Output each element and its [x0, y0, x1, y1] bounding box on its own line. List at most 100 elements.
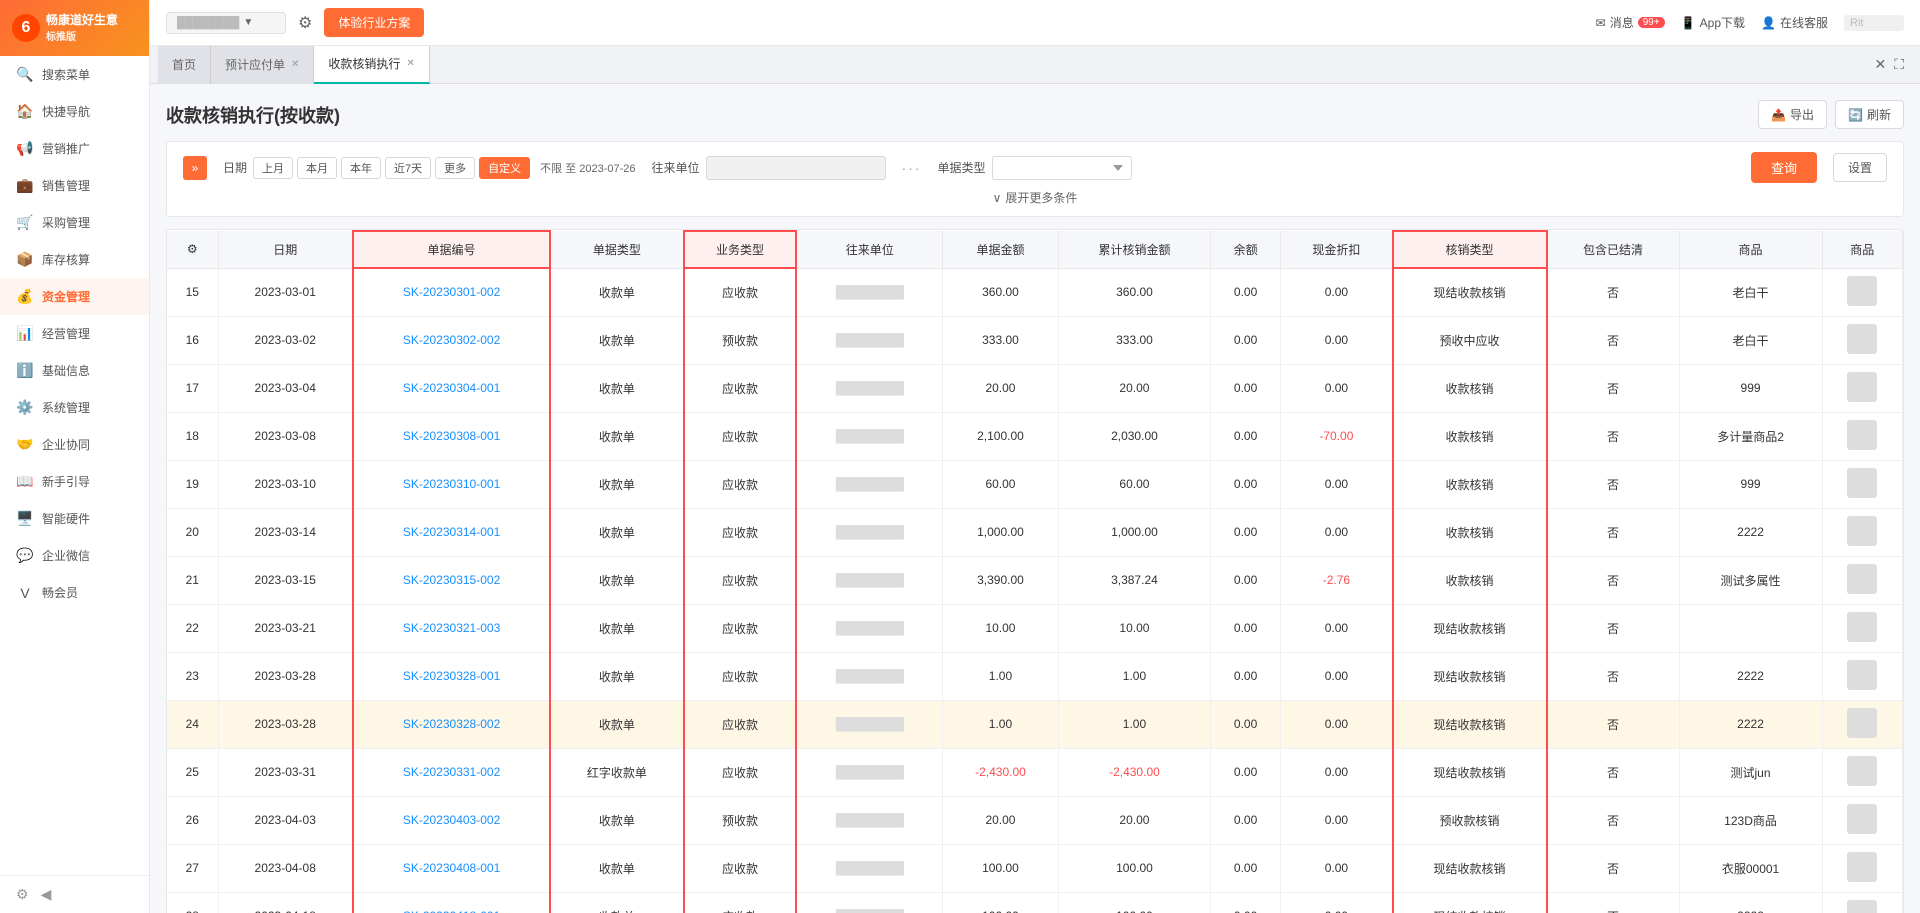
sidebar-item-basic[interactable]: ℹ️ 基础信息: [0, 352, 149, 389]
newbie-label: 新手引导: [42, 473, 90, 490]
this-year-btn[interactable]: 本年: [341, 157, 381, 179]
sidebar-item-operation[interactable]: 📊 经营管理: [0, 315, 149, 352]
table-row: 16 2023-03-02 SK-20230302-002 收款单 预收款 ██…: [167, 316, 1903, 364]
tab-pending-pay[interactable]: 预计应付单 ✕: [211, 46, 314, 84]
th-amount[interactable]: 单据金额: [943, 231, 1059, 268]
sidebar-item-newbie[interactable]: 📖 新手引导: [0, 463, 149, 500]
sidebar-item-marketing[interactable]: 📢 营销推广: [0, 130, 149, 167]
tab-receipt-writeoff-close[interactable]: ✕: [406, 58, 414, 69]
th-goods2[interactable]: 商品: [1822, 231, 1902, 268]
tab-home[interactable]: 首页: [158, 46, 211, 84]
cell-doc-no[interactable]: SK-20230314-001: [353, 508, 550, 556]
filter-setting-button[interactable]: 设置: [1833, 153, 1887, 182]
cell-biz-type: 应收款: [684, 844, 797, 892]
sidebar-item-quick-nav[interactable]: 🏠 快捷导航: [0, 93, 149, 130]
filter-date-buttons: 上月 本月 本年 近7天 更多 自定义: [253, 157, 530, 179]
cell-date: 2023-03-10: [218, 460, 353, 508]
page-header: 收款核销执行(按收款) 📤 导出 🔄 刷新: [166, 100, 1904, 129]
cell-doc-no[interactable]: SK-20230328-001: [353, 652, 550, 700]
th-date[interactable]: 日期: [218, 231, 353, 268]
th-doc-type[interactable]: 单据类型: [550, 231, 683, 268]
cell-amount: 3,390.00: [943, 556, 1059, 604]
sidebar-item-system[interactable]: ⚙️ 系统管理: [0, 389, 149, 426]
tab-receipt-writeoff[interactable]: 收款核销执行 ✕: [314, 46, 429, 84]
cell-doc-no[interactable]: SK-20230310-001: [353, 460, 550, 508]
cell-doc-no[interactable]: SK-20230302-002: [353, 316, 550, 364]
cell-balance: 0.00: [1211, 268, 1281, 316]
prev-month-btn[interactable]: 上月: [253, 157, 293, 179]
refresh-button[interactable]: 🔄 刷新: [1835, 100, 1904, 129]
tab-expand-icon[interactable]: ⛶: [1894, 56, 1904, 73]
sidebar-item-search-menu[interactable]: 🔍 搜索菜单: [0, 56, 149, 93]
cell-no: 26: [167, 796, 218, 844]
th-goods[interactable]: 商品: [1679, 231, 1822, 268]
cell-doc-no[interactable]: SK-20230328-002: [353, 700, 550, 748]
collapse-footer-icon[interactable]: ◀: [41, 886, 52, 903]
sidebar-item-finance[interactable]: 💰 资金管理: [0, 278, 149, 315]
tab-close-all-icon[interactable]: ✕: [1874, 56, 1886, 73]
table-body: 15 2023-03-01 SK-20230301-002 收款单 应收款 ██…: [167, 268, 1903, 913]
custom-date-btn[interactable]: 自定义: [479, 157, 530, 179]
cell-date: 2023-03-15: [218, 556, 353, 604]
th-cash-discount[interactable]: 现金折扣: [1281, 231, 1393, 268]
th-include-settled[interactable]: 包含已结清: [1547, 231, 1680, 268]
cell-doc-no[interactable]: SK-20230408-001: [353, 844, 550, 892]
topbar-dropdown[interactable]: ████████ ▼: [166, 12, 286, 34]
settings-footer-icon[interactable]: ⚙: [16, 886, 29, 903]
topbar-gear-icon[interactable]: ⚙: [298, 13, 312, 33]
service-icon: 👤: [1761, 16, 1776, 30]
th-balance[interactable]: 余额: [1211, 231, 1281, 268]
expand-more-conditions[interactable]: ∨ 展开更多条件: [183, 189, 1887, 206]
cell-cash-discount: 0.00: [1281, 364, 1393, 412]
cell-doc-no[interactable]: SK-20230315-002: [353, 556, 550, 604]
cell-doc-no[interactable]: SK-20230331-002: [353, 748, 550, 796]
sidebar-item-vip[interactable]: V 畅会员: [0, 574, 149, 611]
tab-pending-pay-close[interactable]: ✕: [291, 59, 299, 70]
cell-doc-type: 收款单: [550, 412, 683, 460]
industry-solution-button[interactable]: 体验行业方案: [324, 8, 424, 37]
online-service-action[interactable]: 👤 在线客服: [1761, 14, 1828, 31]
th-doc-no[interactable]: 单据编号: [353, 231, 550, 268]
cell-writeoff-amount: 1,000.00: [1058, 508, 1210, 556]
app-download-action[interactable]: 📱 App下载: [1681, 14, 1745, 31]
filter-more-dots[interactable]: ···: [902, 160, 922, 176]
sidebar-item-purchase[interactable]: 🛒 采购管理: [0, 204, 149, 241]
cell-writeoff-amount: 1.00: [1058, 700, 1210, 748]
th-writeoff-amount[interactable]: 累计核销金额: [1058, 231, 1210, 268]
cell-doc-no[interactable]: SK-20230418-001: [353, 892, 550, 913]
sidebar-item-cooperation[interactable]: 🤝 企业协同: [0, 426, 149, 463]
sidebar-item-sales[interactable]: 💼 销售管理: [0, 167, 149, 204]
sales-label: 销售管理: [42, 177, 90, 194]
export-button[interactable]: 📤 导出: [1758, 100, 1827, 129]
cell-include-settled: 否: [1547, 700, 1680, 748]
cell-doc-no[interactable]: SK-20230321-003: [353, 604, 550, 652]
th-settings[interactable]: ⚙: [167, 231, 218, 268]
filter-expand-arrow[interactable]: »: [183, 156, 207, 180]
more-date-btn[interactable]: 更多: [435, 157, 475, 179]
table-row: 24 2023-03-28 SK-20230328-002 收款单 应收款 ██…: [167, 700, 1903, 748]
cell-doc-no[interactable]: SK-20230301-002: [353, 268, 550, 316]
page-actions: 📤 导出 🔄 刷新: [1758, 100, 1904, 129]
refresh-label: 刷新: [1867, 106, 1891, 123]
sidebar-item-wechat[interactable]: 💬 企业微信: [0, 537, 149, 574]
cell-doc-no[interactable]: SK-20230403-002: [353, 796, 550, 844]
cell-biz-type: 应收款: [684, 508, 797, 556]
cell-doc-no[interactable]: SK-20230304-001: [353, 364, 550, 412]
this-month-btn[interactable]: 本月: [297, 157, 337, 179]
table-row: 20 2023-03-14 SK-20230314-001 收款单 应收款 ██…: [167, 508, 1903, 556]
cell-partner: ████████: [796, 508, 942, 556]
marketing-label: 营销推广: [42, 140, 90, 157]
th-writeoff-type[interactable]: 核销类型: [1393, 231, 1547, 268]
query-button[interactable]: 查询: [1751, 152, 1817, 183]
message-action[interactable]: ✉ 消息 99+: [1596, 14, 1665, 31]
cell-partner: ████████: [796, 748, 942, 796]
cell-doc-no[interactable]: SK-20230308-001: [353, 412, 550, 460]
sidebar-item-hardware[interactable]: 🖥️ 智能硬件: [0, 500, 149, 537]
doctype-filter-select[interactable]: [992, 156, 1132, 180]
partner-filter-input[interactable]: [706, 156, 886, 180]
th-partner[interactable]: 往来单位: [796, 231, 942, 268]
sidebar-item-inventory[interactable]: 📦 库存核算: [0, 241, 149, 278]
th-biz-type[interactable]: 业务类型: [684, 231, 797, 268]
last-7days-btn[interactable]: 近7天: [385, 157, 431, 179]
filter-date-item: 日期 上月 本月 本年 近7天 更多 自定义 不限 至 2023-07-26: [223, 157, 636, 179]
